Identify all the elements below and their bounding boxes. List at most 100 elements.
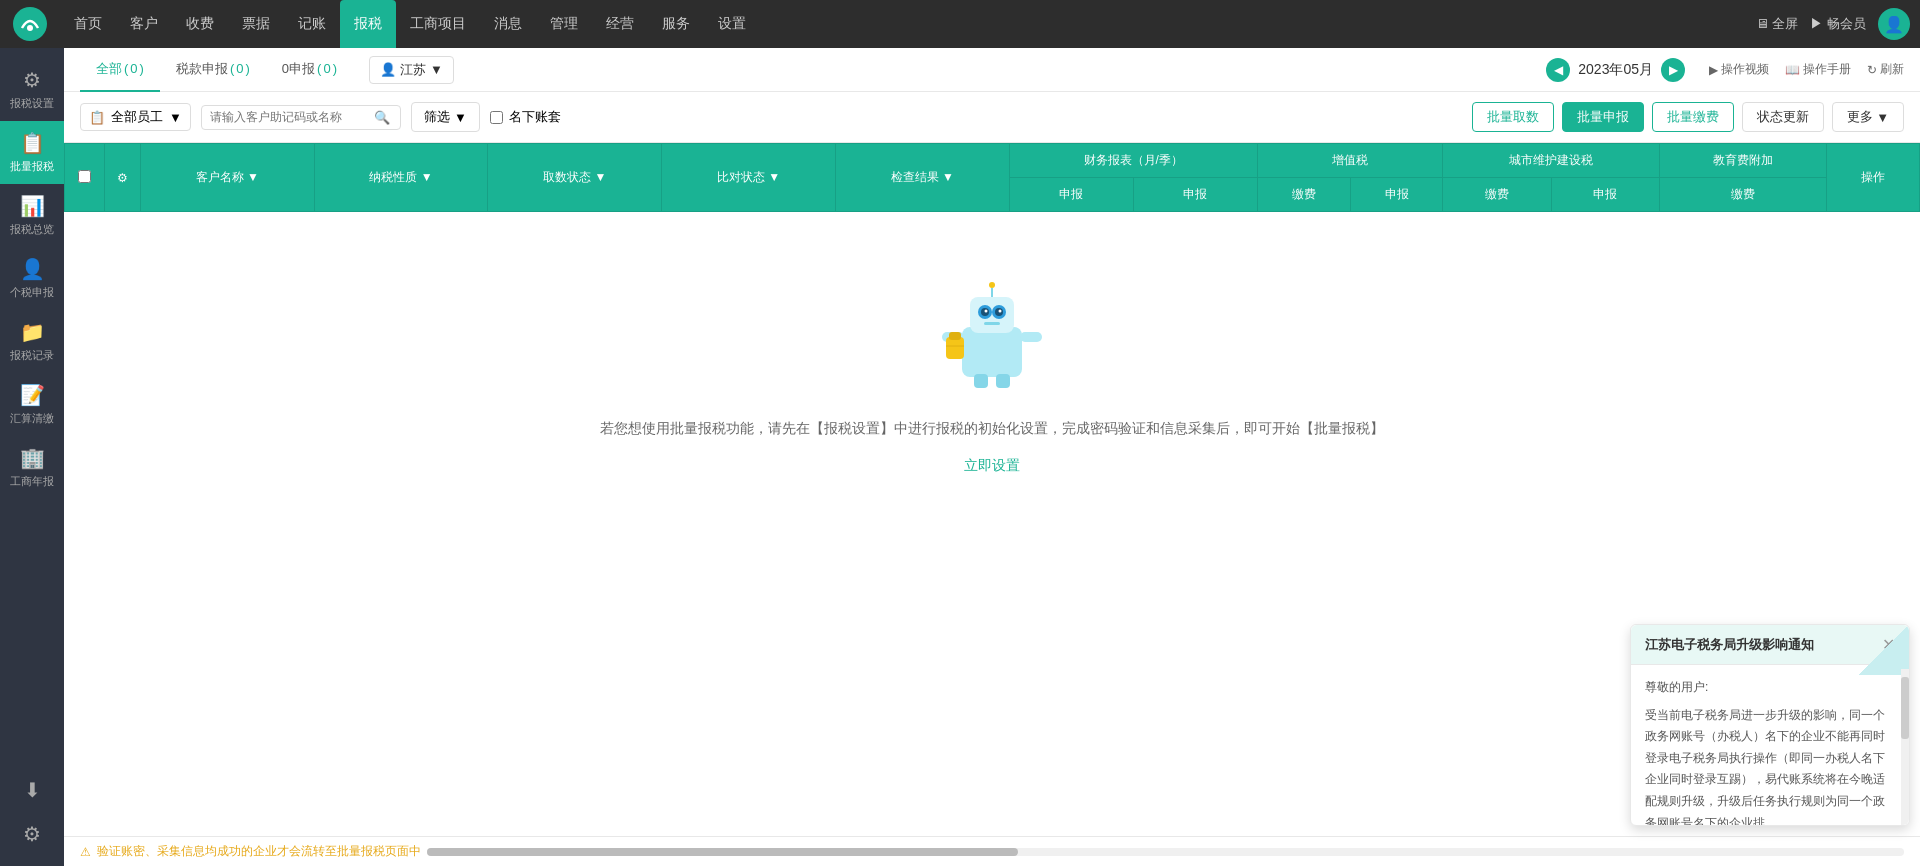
svg-rect-17 (946, 337, 964, 359)
dropdown-arrow-icon: ▼ (169, 110, 182, 125)
search-icon[interactable]: 🔍 (374, 110, 390, 125)
th-vat-declare: 申报 (1133, 178, 1257, 212)
video-btn[interactable]: ▶ 操作视频 (1709, 61, 1769, 78)
checkbox-label[interactable]: 名下账套 (490, 108, 561, 126)
th-vat-pay: 缴费 (1257, 178, 1350, 212)
sidebar: ⚙ 报税设置 📋 批量报税 📊 报税总览 👤 个税申报 📁 报税记录 📝 汇算清… (0, 48, 64, 866)
region-label: 江苏 (400, 61, 426, 79)
tab-tax-declare[interactable]: 税款申报(0) (160, 48, 266, 92)
notif-body: 尊敬的用户: 受当前电子税务局进一步升级的影响，同一个政务网账号（办税人）名下的… (1631, 665, 1909, 825)
notif-scrollbar-thumb[interactable] (1901, 677, 1909, 739)
tab-bar: 全部(0) 税款申报(0) 0申报(0) 👤 江苏 ▼ ◀ 2023年05月 ▶… (64, 48, 1920, 92)
nav-customer[interactable]: 客户 (116, 0, 172, 48)
tab-all[interactable]: 全部(0) (80, 48, 160, 92)
member-btn[interactable]: ▶ 畅会员 (1810, 15, 1866, 33)
svg-rect-3 (970, 297, 1014, 333)
th-city-declare: 申报 (1350, 178, 1443, 212)
th-education-tax: 教育费附加 (1660, 144, 1827, 178)
th-check-result[interactable]: 检查结果 ▼ (835, 144, 1009, 212)
search-box: 🔍 (201, 105, 401, 130)
employee-select[interactable]: 📋 全部员工 ▼ (80, 103, 191, 131)
sidebar-item-biz-annual[interactable]: 🏢 工商年报 (0, 436, 64, 499)
top-nav: 首页 客户 收费 票据 记账 报税 工商项目 消息 管理 经营 服务 设置 🖥 … (0, 0, 1920, 48)
svg-rect-14 (1020, 332, 1042, 342)
filter-label: 筛选 (424, 108, 450, 126)
download-icon: ⬇ (24, 778, 41, 802)
tab-zero-declare[interactable]: 0申报(0) (266, 48, 353, 92)
biz-annual-icon: 🏢 (20, 446, 45, 470)
sidebar-item-batch-tax[interactable]: 📋 批量报税 (0, 121, 64, 184)
select-all-checkbox[interactable] (78, 170, 91, 183)
svg-rect-10 (984, 322, 1000, 325)
nav-accounting[interactable]: 记账 (284, 0, 340, 48)
avatar[interactable]: 👤 (1878, 8, 1910, 40)
filter-btn[interactable]: 筛选 ▼ (411, 102, 480, 132)
nav-manage[interactable]: 管理 (536, 0, 592, 48)
sidebar-item-label: 个税申报 (10, 285, 54, 300)
th-fr-declare: 申报 (1009, 178, 1133, 212)
region-selector[interactable]: 👤 江苏 ▼ (369, 56, 454, 84)
sidebar-item-personal-tax[interactable]: 👤 个税申报 (0, 247, 64, 310)
th-financial-report: 财务报表（月/季） (1009, 144, 1257, 178)
settings-icon: ⚙ (23, 822, 41, 846)
sidebar-item-label: 报税设置 (10, 96, 54, 111)
employee-icon: 📋 (89, 110, 105, 125)
nav-service[interactable]: 服务 (648, 0, 704, 48)
checkbox-text: 名下账套 (509, 108, 561, 126)
accounts-checkbox[interactable] (490, 111, 503, 124)
personal-tax-icon: 👤 (20, 257, 45, 281)
filter-arrow-icon: ▼ (454, 110, 467, 125)
status-bar: ⚠ 验证账密、采集信息均成功的企业才会流转至批量报税页面中 (64, 836, 1920, 866)
app-logo[interactable] (10, 4, 50, 44)
th-edu-declare: 申报 (1551, 178, 1659, 212)
next-month-btn[interactable]: ▶ (1661, 58, 1685, 82)
batch-pay-btn[interactable]: 批量缴费 (1652, 102, 1734, 132)
sidebar-item-baoshui-settings[interactable]: ⚙ 报税设置 (0, 58, 64, 121)
sidebar-item-label: 汇算清缴 (10, 411, 54, 426)
more-label: 更多 (1847, 108, 1873, 126)
setup-link[interactable]: 立即设置 (964, 457, 1020, 475)
chevron-down-icon: ▼ (430, 62, 443, 77)
th-compare-status[interactable]: 比对状态 ▼ (662, 144, 836, 212)
nav-message[interactable]: 消息 (480, 0, 536, 48)
more-btn[interactable]: 更多 ▼ (1832, 102, 1904, 132)
sidebar-item-tax-record[interactable]: 📁 报税记录 (0, 310, 64, 373)
nav-ticket[interactable]: 票据 (228, 0, 284, 48)
sidebar-item-label: 批量报税 (10, 159, 54, 174)
nav-settings[interactable]: 设置 (704, 0, 760, 48)
svg-rect-18 (949, 332, 961, 340)
nav-bizproject[interactable]: 工商项目 (396, 0, 480, 48)
batch-fetch-btn[interactable]: 批量取数 (1472, 102, 1554, 132)
manual-btn[interactable]: 📖 操作手册 (1785, 61, 1851, 78)
status-update-btn[interactable]: 状态更新 (1742, 102, 1824, 132)
th-checkbox (65, 144, 105, 212)
nav-operation[interactable]: 经营 (592, 0, 648, 48)
nav-tax[interactable]: 报税 (340, 0, 396, 48)
sidebar-download[interactable]: ⬇ (23, 768, 41, 812)
prev-month-btn[interactable]: ◀ (1546, 58, 1570, 82)
nav-fee[interactable]: 收费 (172, 0, 228, 48)
notification-panel: 江苏电子税务局升级影响通知 ✕ 尊敬的用户: 受当前电子税务局进一步升级的影响，… (1630, 624, 1910, 826)
fullscreen-btn[interactable]: 🖥 全屏 (1756, 15, 1799, 33)
th-customer[interactable]: 客户名称 ▼ (141, 144, 315, 212)
month-nav: ◀ 2023年05月 ▶ (1546, 58, 1685, 82)
refresh-btn[interactable]: ↻ 刷新 (1867, 61, 1904, 78)
svg-rect-16 (996, 374, 1010, 388)
data-table: ⚙ 客户名称 ▼ 纳税性质 ▼ 取数状态 ▼ 比对状态 ▼ 检查结果 ▼ (64, 143, 1920, 535)
nav-right-actions: 🖥 全屏 ▶ 畅会员 👤 (1756, 8, 1910, 40)
sidebar-item-tax-overview[interactable]: 📊 报税总览 (0, 184, 64, 247)
th-fetch-status[interactable]: 取数状态 ▼ (488, 144, 662, 212)
sidebar-item-label: 报税记录 (10, 348, 54, 363)
nav-home[interactable]: 首页 (60, 0, 116, 48)
batch-tax-icon: 📋 (20, 131, 45, 155)
scroll-track[interactable] (427, 848, 1904, 856)
notif-close-btn[interactable]: ✕ (1882, 635, 1895, 654)
th-tax-type[interactable]: 纳税性质 ▼ (314, 144, 488, 212)
empty-message: 若您想使用批量报税功能，请先在【报税设置】中进行报税的初始化设置，完成密码验证和… (600, 416, 1384, 441)
search-input[interactable] (210, 110, 370, 124)
batch-declare-btn[interactable]: 批量申报 (1562, 102, 1644, 132)
status-message: 验证账密、采集信息均成功的企业才会流转至批量报税页面中 (97, 843, 421, 860)
svg-rect-2 (962, 327, 1022, 377)
sidebar-item-annual-settle[interactable]: 📝 汇算清缴 (0, 373, 64, 436)
sidebar-setting[interactable]: ⚙ (23, 812, 41, 856)
